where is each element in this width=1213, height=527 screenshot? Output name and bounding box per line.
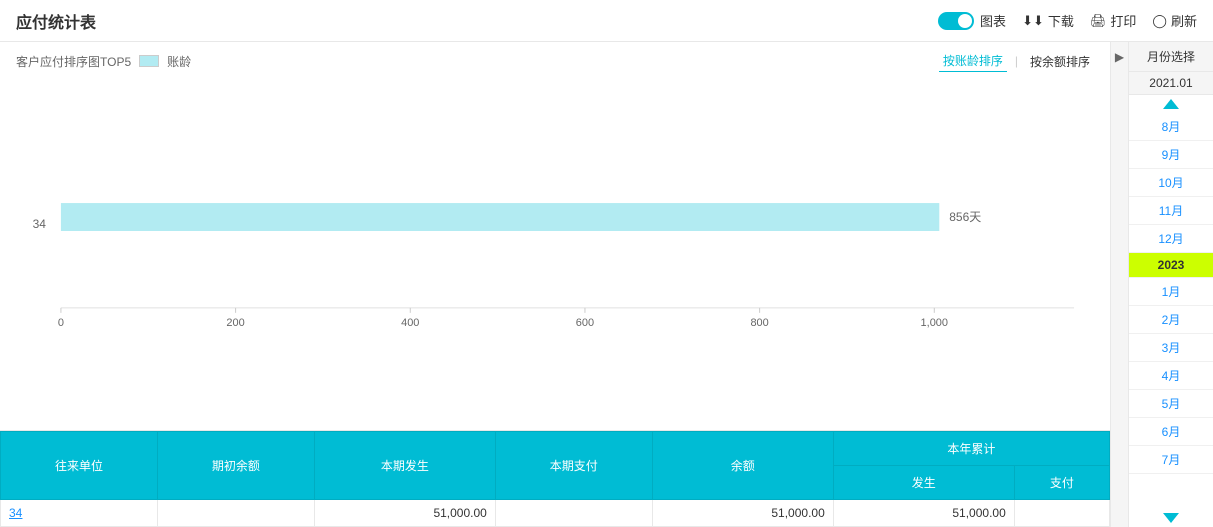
page-title: 应付统计表 bbox=[16, 9, 96, 33]
month-item-11[interactable]: 11月 bbox=[1129, 197, 1213, 225]
download-icon: ⬇ bbox=[1022, 13, 1044, 29]
month-item-5[interactable]: 5月 bbox=[1129, 390, 1213, 418]
col-unit-header: 往来单位 bbox=[1, 432, 158, 500]
cell-occurrence: 51,000.00 bbox=[314, 500, 495, 527]
sidebar-current-period[interactable]: 2021.01 bbox=[1129, 72, 1213, 95]
legend-box bbox=[139, 55, 159, 67]
chart-toggle-label: 图表 bbox=[980, 11, 1006, 30]
sort-by-amount-btn[interactable]: 按余额排序 bbox=[1026, 51, 1094, 72]
up-arrow-icon[interactable] bbox=[1163, 99, 1179, 109]
bar-chart: 34 856天 0 200 400 600 800 1,000 bbox=[16, 88, 1094, 368]
month-item-1[interactable]: 1月 bbox=[1129, 278, 1213, 306]
sidebar-nav-up[interactable] bbox=[1129, 95, 1213, 113]
chart-legend: 客户应付排序图TOP5 账龄 bbox=[16, 53, 191, 70]
cell-payment bbox=[495, 500, 652, 527]
cell-ytd-payment bbox=[1014, 500, 1109, 527]
app-container: 应付统计表 图表 ⬇ 下载 🖨 打印 ◯ 刷新 bbox=[0, 0, 1213, 527]
svg-text:800: 800 bbox=[750, 317, 768, 329]
table-row: 34 51,000.00 51,000.00 51,000.00 bbox=[1, 500, 1110, 527]
svg-text:0: 0 bbox=[58, 317, 64, 329]
right-sidebar: 月份选择 2021.01 8月 9月 10月 11月 12月 2023 1月 2… bbox=[1128, 42, 1213, 527]
chart-toggle[interactable] bbox=[938, 12, 974, 30]
month-item-year-2023[interactable]: 2023 bbox=[1129, 253, 1213, 278]
legend-box-label: 账龄 bbox=[167, 53, 191, 70]
cell-balance: 51,000.00 bbox=[652, 500, 833, 527]
download-label: 下载 bbox=[1048, 11, 1074, 30]
cell-opening bbox=[157, 500, 314, 527]
header-actions: 图表 ⬇ 下载 🖨 打印 ◯ 刷新 bbox=[938, 11, 1197, 30]
col-ytd-occurrence-header: 发生 bbox=[833, 466, 1014, 500]
month-item-12[interactable]: 12月 bbox=[1129, 225, 1213, 253]
svg-text:600: 600 bbox=[576, 317, 594, 329]
sidebar-months-list: 8月 9月 10月 11月 12月 2023 1月 2月 3月 4月 5月 6月… bbox=[1129, 113, 1213, 509]
down-arrow-icon[interactable] bbox=[1163, 513, 1179, 523]
chart-sort: 按账龄排序 | 按余额排序 bbox=[939, 50, 1094, 72]
chart-section: 客户应付排序图TOP5 账龄 按账龄排序 | 按余额排序 34 bbox=[0, 42, 1110, 527]
print-icon: 🖨 bbox=[1090, 13, 1107, 29]
sort-divider: | bbox=[1015, 54, 1018, 68]
col-occurrence-header: 本期发生 bbox=[314, 432, 495, 500]
svg-text:856天: 856天 bbox=[949, 210, 981, 224]
svg-text:1,000: 1,000 bbox=[921, 317, 948, 329]
svg-text:400: 400 bbox=[401, 317, 419, 329]
expand-arrow-icon: ▶ bbox=[1115, 50, 1124, 64]
chart-header: 客户应付排序图TOP5 账龄 按账龄排序 | 按余额排序 bbox=[0, 42, 1110, 80]
col-ytd-payment-header: 支付 bbox=[1014, 466, 1109, 500]
col-ytd-header: 本年累计 bbox=[833, 432, 1109, 466]
svg-text:34: 34 bbox=[33, 217, 47, 231]
refresh-label: 刷新 bbox=[1171, 11, 1197, 30]
col-opening-header: 期初余额 bbox=[157, 432, 314, 500]
month-item-2[interactable]: 2月 bbox=[1129, 306, 1213, 334]
sidebar-nav-down[interactable] bbox=[1129, 509, 1213, 527]
refresh-button[interactable]: ◯ 刷新 bbox=[1152, 11, 1197, 30]
month-item-3[interactable]: 3月 bbox=[1129, 334, 1213, 362]
svg-text:200: 200 bbox=[226, 317, 244, 329]
sort-by-balance-btn[interactable]: 按账龄排序 bbox=[939, 50, 1007, 72]
month-item-6[interactable]: 6月 bbox=[1129, 418, 1213, 446]
main-content: 客户应付排序图TOP5 账龄 按账龄排序 | 按余额排序 34 bbox=[0, 42, 1213, 527]
chart-area: 34 856天 0 200 400 600 800 1,000 bbox=[0, 80, 1110, 430]
right-panel: ▶ 月份选择 2021.01 8月 9月 10月 11月 12月 2023 1月… bbox=[1110, 42, 1213, 527]
month-item-4[interactable]: 4月 bbox=[1129, 362, 1213, 390]
chart-toggle-group: 图表 bbox=[938, 11, 1006, 30]
month-item-8[interactable]: 8月 bbox=[1129, 113, 1213, 141]
table-section: 往来单位 期初余额 本期发生 本期支付 余额 本年累计 发生 支付 bbox=[0, 430, 1110, 527]
month-item-9[interactable]: 9月 bbox=[1129, 141, 1213, 169]
header: 应付统计表 图表 ⬇ 下载 🖨 打印 ◯ 刷新 bbox=[0, 0, 1213, 42]
print-label: 打印 bbox=[1110, 11, 1136, 30]
download-button[interactable]: ⬇ 下载 bbox=[1022, 11, 1074, 30]
month-item-10[interactable]: 10月 bbox=[1129, 169, 1213, 197]
sidebar-expand-btn[interactable]: ▶ bbox=[1110, 42, 1128, 527]
data-table: 往来单位 期初余额 本期发生 本期支付 余额 本年累计 发生 支付 bbox=[0, 431, 1110, 527]
chart-legend-title: 客户应付排序图TOP5 bbox=[16, 53, 131, 70]
month-item-7[interactable]: 7月 bbox=[1129, 446, 1213, 474]
col-payment-header: 本期支付 bbox=[495, 432, 652, 500]
sidebar-header: 月份选择 bbox=[1129, 42, 1213, 72]
cell-unit[interactable]: 34 bbox=[1, 500, 158, 527]
print-button[interactable]: 🖨 打印 bbox=[1090, 11, 1137, 30]
col-balance-header: 余额 bbox=[652, 432, 833, 500]
refresh-icon: ◯ bbox=[1152, 13, 1167, 29]
cell-ytd-occurrence: 51,000.00 bbox=[833, 500, 1014, 527]
